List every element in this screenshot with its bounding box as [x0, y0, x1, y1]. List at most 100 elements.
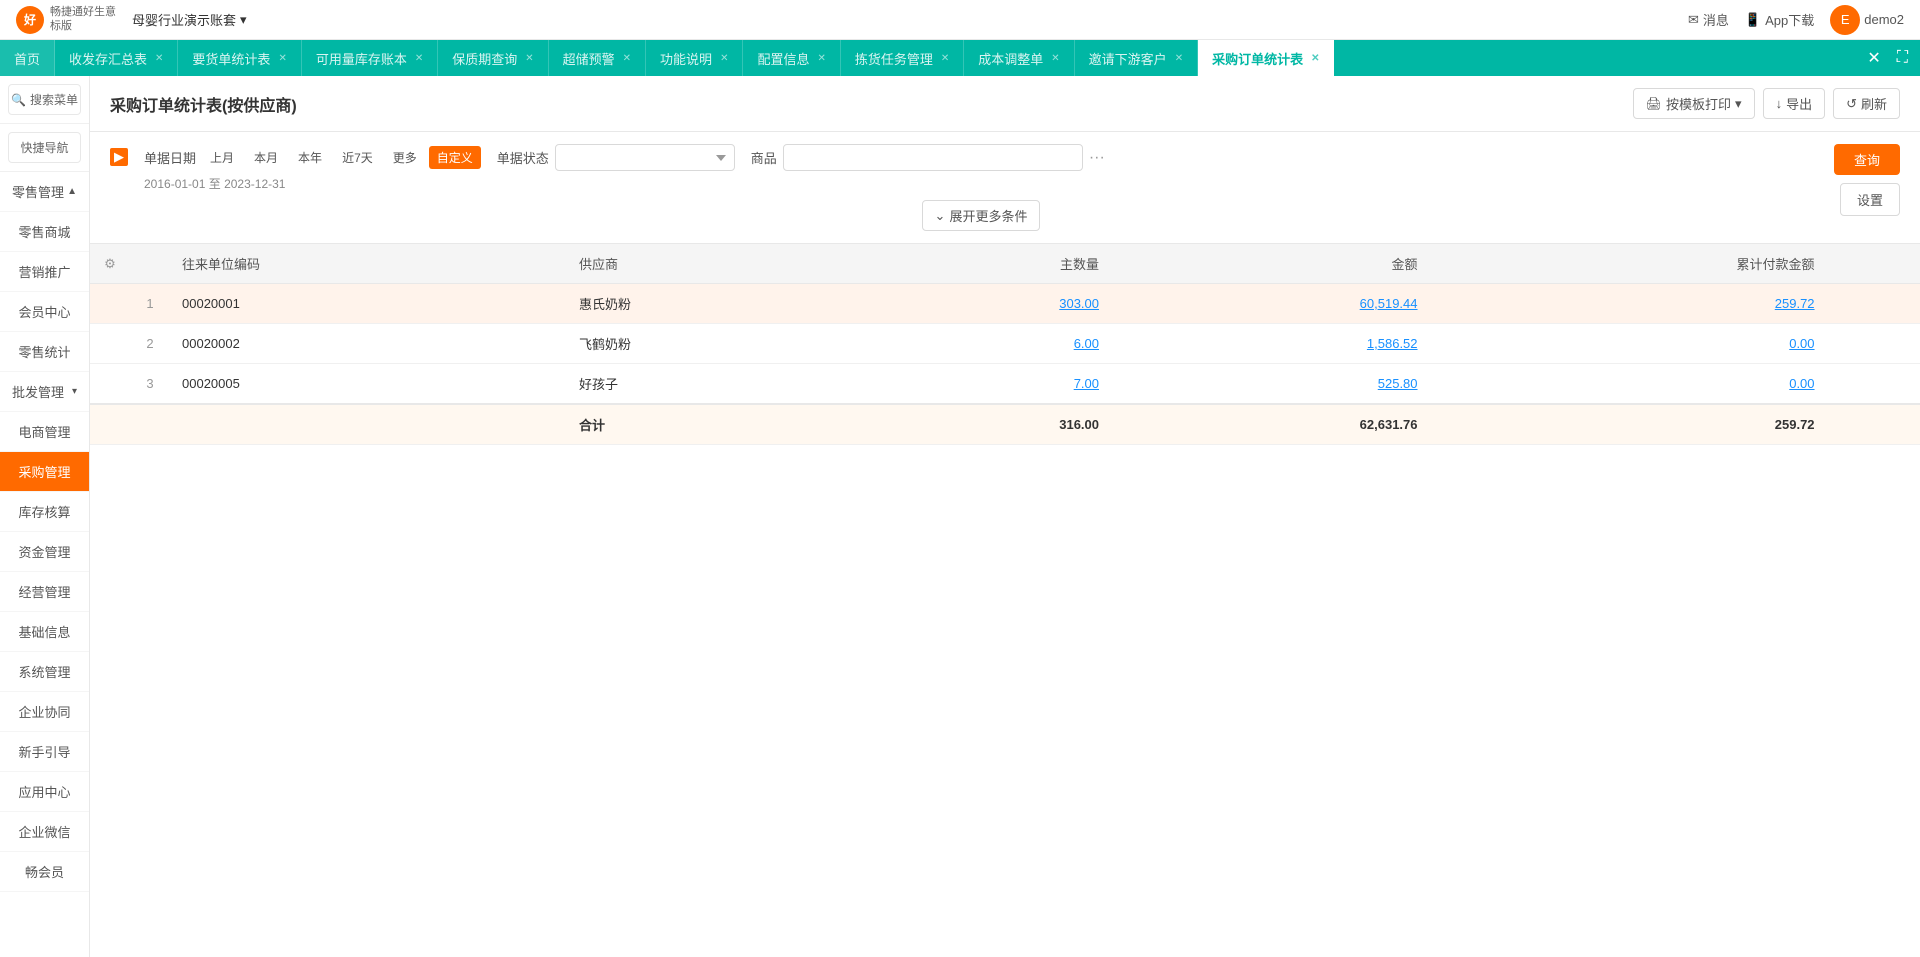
sidebar-item-finance[interactable]: 资金管理 [0, 532, 89, 572]
more-icon[interactable]: ··· [1089, 149, 1105, 167]
row-settings [90, 284, 130, 324]
date-range-display: 2016-01-01 至 2023-12-31 [144, 175, 1818, 192]
sidebar-item-retail[interactable]: 零售管理 ▲ [0, 172, 89, 212]
table-container: ⚙ 往来单位编码 供应商 主数量 金额 累计付款金额 1 [90, 244, 1920, 957]
settings-button[interactable]: 设置 [1840, 183, 1900, 216]
tab-overstock[interactable]: 超储预警 ✕ [549, 40, 646, 76]
tab-available-stock[interactable]: 可用量库存账本 ✕ [302, 40, 438, 76]
date-custom-badge[interactable]: 自定义 [429, 146, 481, 169]
sidebar-item-wholesale[interactable]: 批发管理 ▾ [0, 372, 89, 412]
date-shortcut-more[interactable]: 更多 [385, 146, 425, 169]
download-icon: 📱 [1745, 12, 1761, 28]
product-filter-item: 商品 ··· [751, 144, 1105, 171]
tab-invite-downstream[interactable]: 邀请下游客户 ✕ [1075, 40, 1198, 76]
amount: 525.80 [1111, 364, 1430, 405]
tab-receive-send[interactable]: 收发存汇总表 ✕ [55, 40, 178, 76]
sidebar-item-retail-stats[interactable]: 零售统计 [0, 332, 89, 372]
supplier-name: 好孩子 [567, 364, 863, 405]
sidebar-item-retail-store[interactable]: 零售商城 [0, 212, 89, 252]
settings-icon[interactable]: ⚙ [104, 256, 116, 271]
row-num: 2 [130, 324, 170, 364]
close-icon[interactable]: ✕ [720, 53, 728, 64]
message-button[interactable]: ✉ 消息 [1688, 10, 1729, 29]
export-button[interactable]: ↓ 导出 [1763, 88, 1826, 119]
search-menu-button[interactable]: 🔍 搜索菜单 [8, 84, 81, 115]
date-shortcut-7days[interactable]: 近7天 [334, 146, 381, 169]
sidebar-item-enterprise-wechat[interactable]: 企业微信 [0, 812, 89, 852]
sidebar-item-new-guide[interactable]: 新手引导 [0, 732, 89, 772]
tab-home[interactable]: 首页 [0, 40, 55, 76]
sidebar-item-members[interactable]: 会员中心 [0, 292, 89, 332]
close-icon[interactable]: ✕ [941, 53, 949, 64]
tab-function-desc[interactable]: 功能说明 ✕ [646, 40, 743, 76]
filter-bar: ▶ 单据日期 上月 本月 本年 近7天 更多 自定义 [90, 132, 1920, 244]
sidebar-item-enterprise[interactable]: 企业协同 [0, 692, 89, 732]
supplier-name: 飞鹤奶粉 [567, 324, 863, 364]
message-icon: ✉ [1688, 12, 1699, 28]
row-num: 1 [130, 284, 170, 324]
tab-warranty[interactable]: 保质期查询 ✕ [438, 40, 548, 76]
extra [1827, 364, 1920, 405]
supplier-code: 00020005 [170, 364, 567, 405]
table-footer: 合计 316.00 62,631.76 259.72 [90, 404, 1920, 445]
close-icon[interactable]: ✕ [415, 53, 423, 64]
close-icon[interactable]: ✕ [278, 53, 286, 64]
close-icon[interactable]: ✕ [525, 53, 533, 64]
refresh-button[interactable]: ↺ 刷新 [1833, 88, 1900, 119]
filter-actions: 查询 设置 [1834, 144, 1900, 216]
close-icon[interactable]: ✕ [155, 53, 163, 64]
sidebar-item-basic-info[interactable]: 基础信息 [0, 612, 89, 652]
date-filter-item: 单据日期 上月 本月 本年 近7天 更多 自定义 [144, 146, 481, 169]
logo-area: 好 畅捷通好生意 标版 [16, 6, 116, 34]
user-menu[interactable]: E demo2 [1830, 5, 1904, 35]
sidebar-item-marketing[interactable]: 营销推广 [0, 252, 89, 292]
sidebar-quick-nav-section: 快捷导航 [0, 124, 89, 172]
tab-pick-task[interactable]: 拣货任务管理 ✕ [841, 40, 964, 76]
extra [1827, 284, 1920, 324]
table-row: 1 00020001 惠氏奶粉 303.00 60,519.44 259.72 [90, 284, 1920, 324]
table-row: 3 00020005 好孩子 7.00 525.80 0.00 [90, 364, 1920, 405]
template-print-button[interactable]: 🖨 按模板打印 ▾ [1633, 88, 1755, 119]
close-icon[interactable]: ✕ [1051, 53, 1059, 64]
workspace-selector[interactable]: 母婴行业演示账套 ▾ [124, 6, 255, 33]
date-shortcut-this-year[interactable]: 本年 [290, 146, 330, 169]
close-all-tabs-button[interactable]: ✕ [1863, 44, 1884, 72]
search-icon: 🔍 [11, 93, 26, 107]
sidebar-item-member-vip[interactable]: 畅会员 [0, 852, 89, 892]
sidebar-item-ecommerce[interactable]: 电商管理 [0, 412, 89, 452]
tab-purchase-stats[interactable]: 采购订单统计表 ✕ [1198, 40, 1334, 76]
quantity: 6.00 [863, 324, 1111, 364]
content-area: 采购订单统计表(按供应商) 🖨 按模板打印 ▾ ↓ 导出 ↺ 刷新 [90, 76, 1920, 957]
product-input[interactable] [783, 144, 1083, 171]
sidebar-item-system[interactable]: 系统管理 [0, 652, 89, 692]
sidebar-item-app-center[interactable]: 应用中心 [0, 772, 89, 812]
status-select[interactable] [555, 144, 735, 171]
refresh-icon: ↺ [1846, 96, 1857, 112]
close-icon[interactable]: ✕ [1175, 53, 1183, 64]
app-download-button[interactable]: 📱 App下载 [1745, 10, 1814, 29]
expand-more-button[interactable]: ⌄ 展开更多条件 [922, 200, 1041, 231]
query-button[interactable]: 查询 [1834, 144, 1900, 175]
date-shortcut-last-month[interactable]: 上月 [202, 146, 242, 169]
page-header-actions: 🖨 按模板打印 ▾ ↓ 导出 ↺ 刷新 [1633, 88, 1901, 119]
quick-nav-button[interactable]: 快捷导航 [8, 132, 81, 163]
close-icon[interactable]: ✕ [623, 53, 631, 64]
close-icon[interactable]: ✕ [1311, 53, 1319, 64]
tab-config-info[interactable]: 配置信息 ✕ [743, 40, 840, 76]
table-body: 1 00020001 惠氏奶粉 303.00 60,519.44 259.72 … [90, 284, 1920, 405]
table-header: ⚙ 往来单位编码 供应商 主数量 金额 累计付款金额 [90, 244, 1920, 284]
supplier-name: 惠氏奶粉 [567, 284, 863, 324]
filter-toggle-button[interactable]: ▶ [110, 148, 128, 166]
footer-quantity: 316.00 [863, 404, 1111, 445]
tab-order-stats[interactable]: 要货单统计表 ✕ [178, 40, 301, 76]
filter-left: 单据日期 上月 本月 本年 近7天 更多 自定义 单据状态 [144, 144, 1818, 231]
date-shortcut-this-month[interactable]: 本月 [246, 146, 286, 169]
sidebar-item-inventory[interactable]: 库存核算 [0, 492, 89, 532]
fullscreen-button[interactable]: ⛶ [1893, 45, 1912, 71]
sidebar-item-purchase[interactable]: 采购管理 [0, 452, 89, 492]
close-icon[interactable]: ✕ [817, 53, 825, 64]
chevron-down-icon: ▾ [240, 12, 247, 28]
sidebar-item-operations[interactable]: 经营管理 [0, 572, 89, 612]
chevron-down-icon: ▾ [72, 386, 77, 397]
tab-cost-adjust[interactable]: 成本调整单 ✕ [964, 40, 1074, 76]
